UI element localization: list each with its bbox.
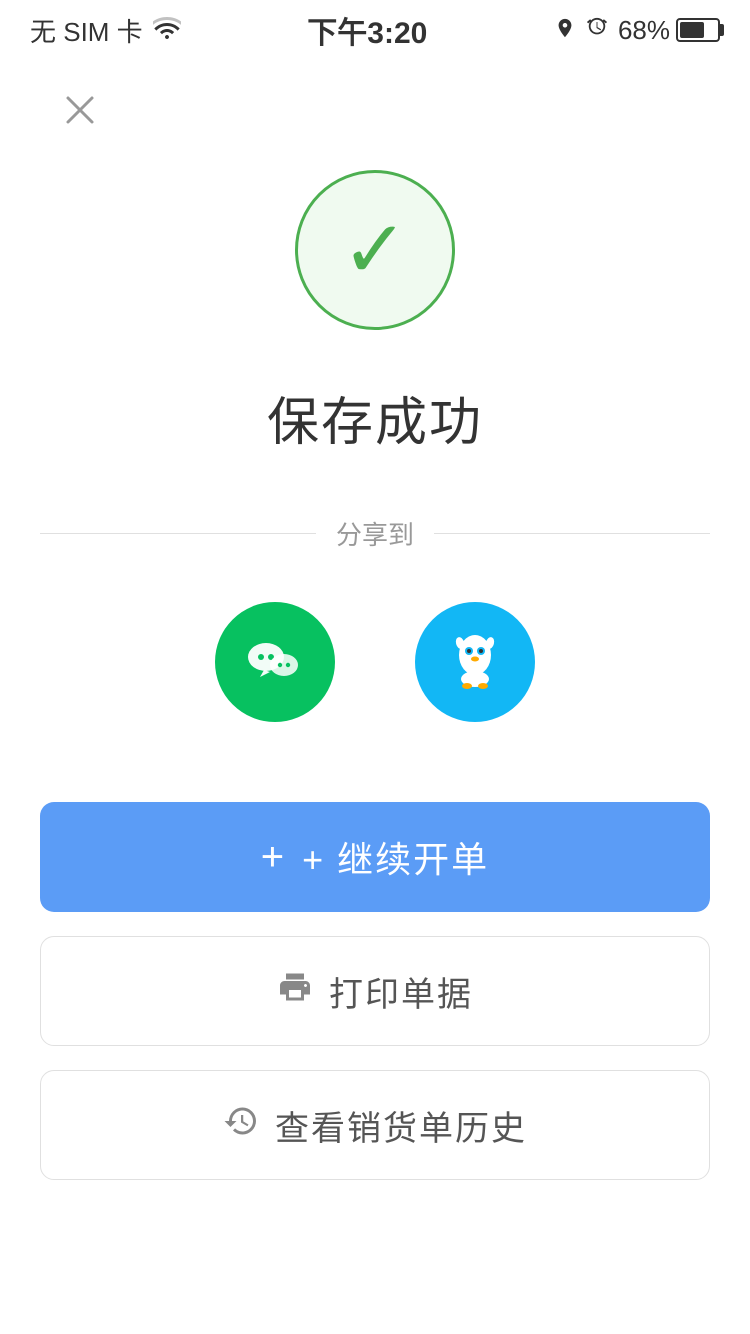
divider-line-left — [40, 533, 316, 534]
continue-label: + 继续开单 — [302, 831, 489, 883]
qq-icon — [440, 627, 510, 697]
status-right: 68% — [554, 15, 720, 46]
close-button[interactable] — [50, 80, 110, 140]
divider-line-right — [434, 533, 710, 534]
alarm-icon — [586, 15, 608, 46]
action-buttons: + + 继续开单 打印单据 查看销货单历史 — [40, 802, 710, 1180]
wechat-icon — [240, 627, 310, 697]
close-icon — [62, 92, 98, 128]
share-icons-row — [215, 602, 535, 722]
battery-fill — [680, 22, 704, 38]
status-bar: 无 SIM 卡 下午3:20 68% — [0, 0, 750, 60]
success-title: 保存成功 — [267, 380, 483, 455]
history-icon — [223, 1103, 259, 1148]
print-label: 打印单据 — [329, 967, 473, 1016]
battery-percent: 68% — [618, 15, 670, 46]
main-content: ✓ 保存成功 分享到 — [0, 60, 750, 1180]
history-button[interactable]: 查看销货单历史 — [40, 1070, 710, 1180]
share-label: 分享到 — [336, 515, 414, 552]
history-label: 查看销货单历史 — [275, 1101, 527, 1150]
continue-order-button[interactable]: + + 继续开单 — [40, 802, 710, 912]
success-icon-container: ✓ — [295, 170, 455, 330]
battery-icon — [676, 18, 720, 42]
wechat-share-button[interactable] — [215, 602, 335, 722]
success-checkmark-icon: ✓ — [341, 210, 408, 290]
continue-icon: + — [261, 835, 286, 880]
print-button[interactable]: 打印单据 — [40, 936, 710, 1046]
share-divider: 分享到 — [40, 515, 710, 552]
qq-share-button[interactable] — [415, 602, 535, 722]
print-icon — [277, 969, 313, 1014]
location-icon — [554, 15, 576, 46]
status-time: 下午3:20 — [307, 8, 427, 52]
wifi-icon — [153, 15, 181, 46]
battery-container: 68% — [618, 15, 720, 46]
carrier-text: 无 SIM 卡 — [30, 12, 143, 49]
status-left: 无 SIM 卡 — [30, 12, 181, 49]
